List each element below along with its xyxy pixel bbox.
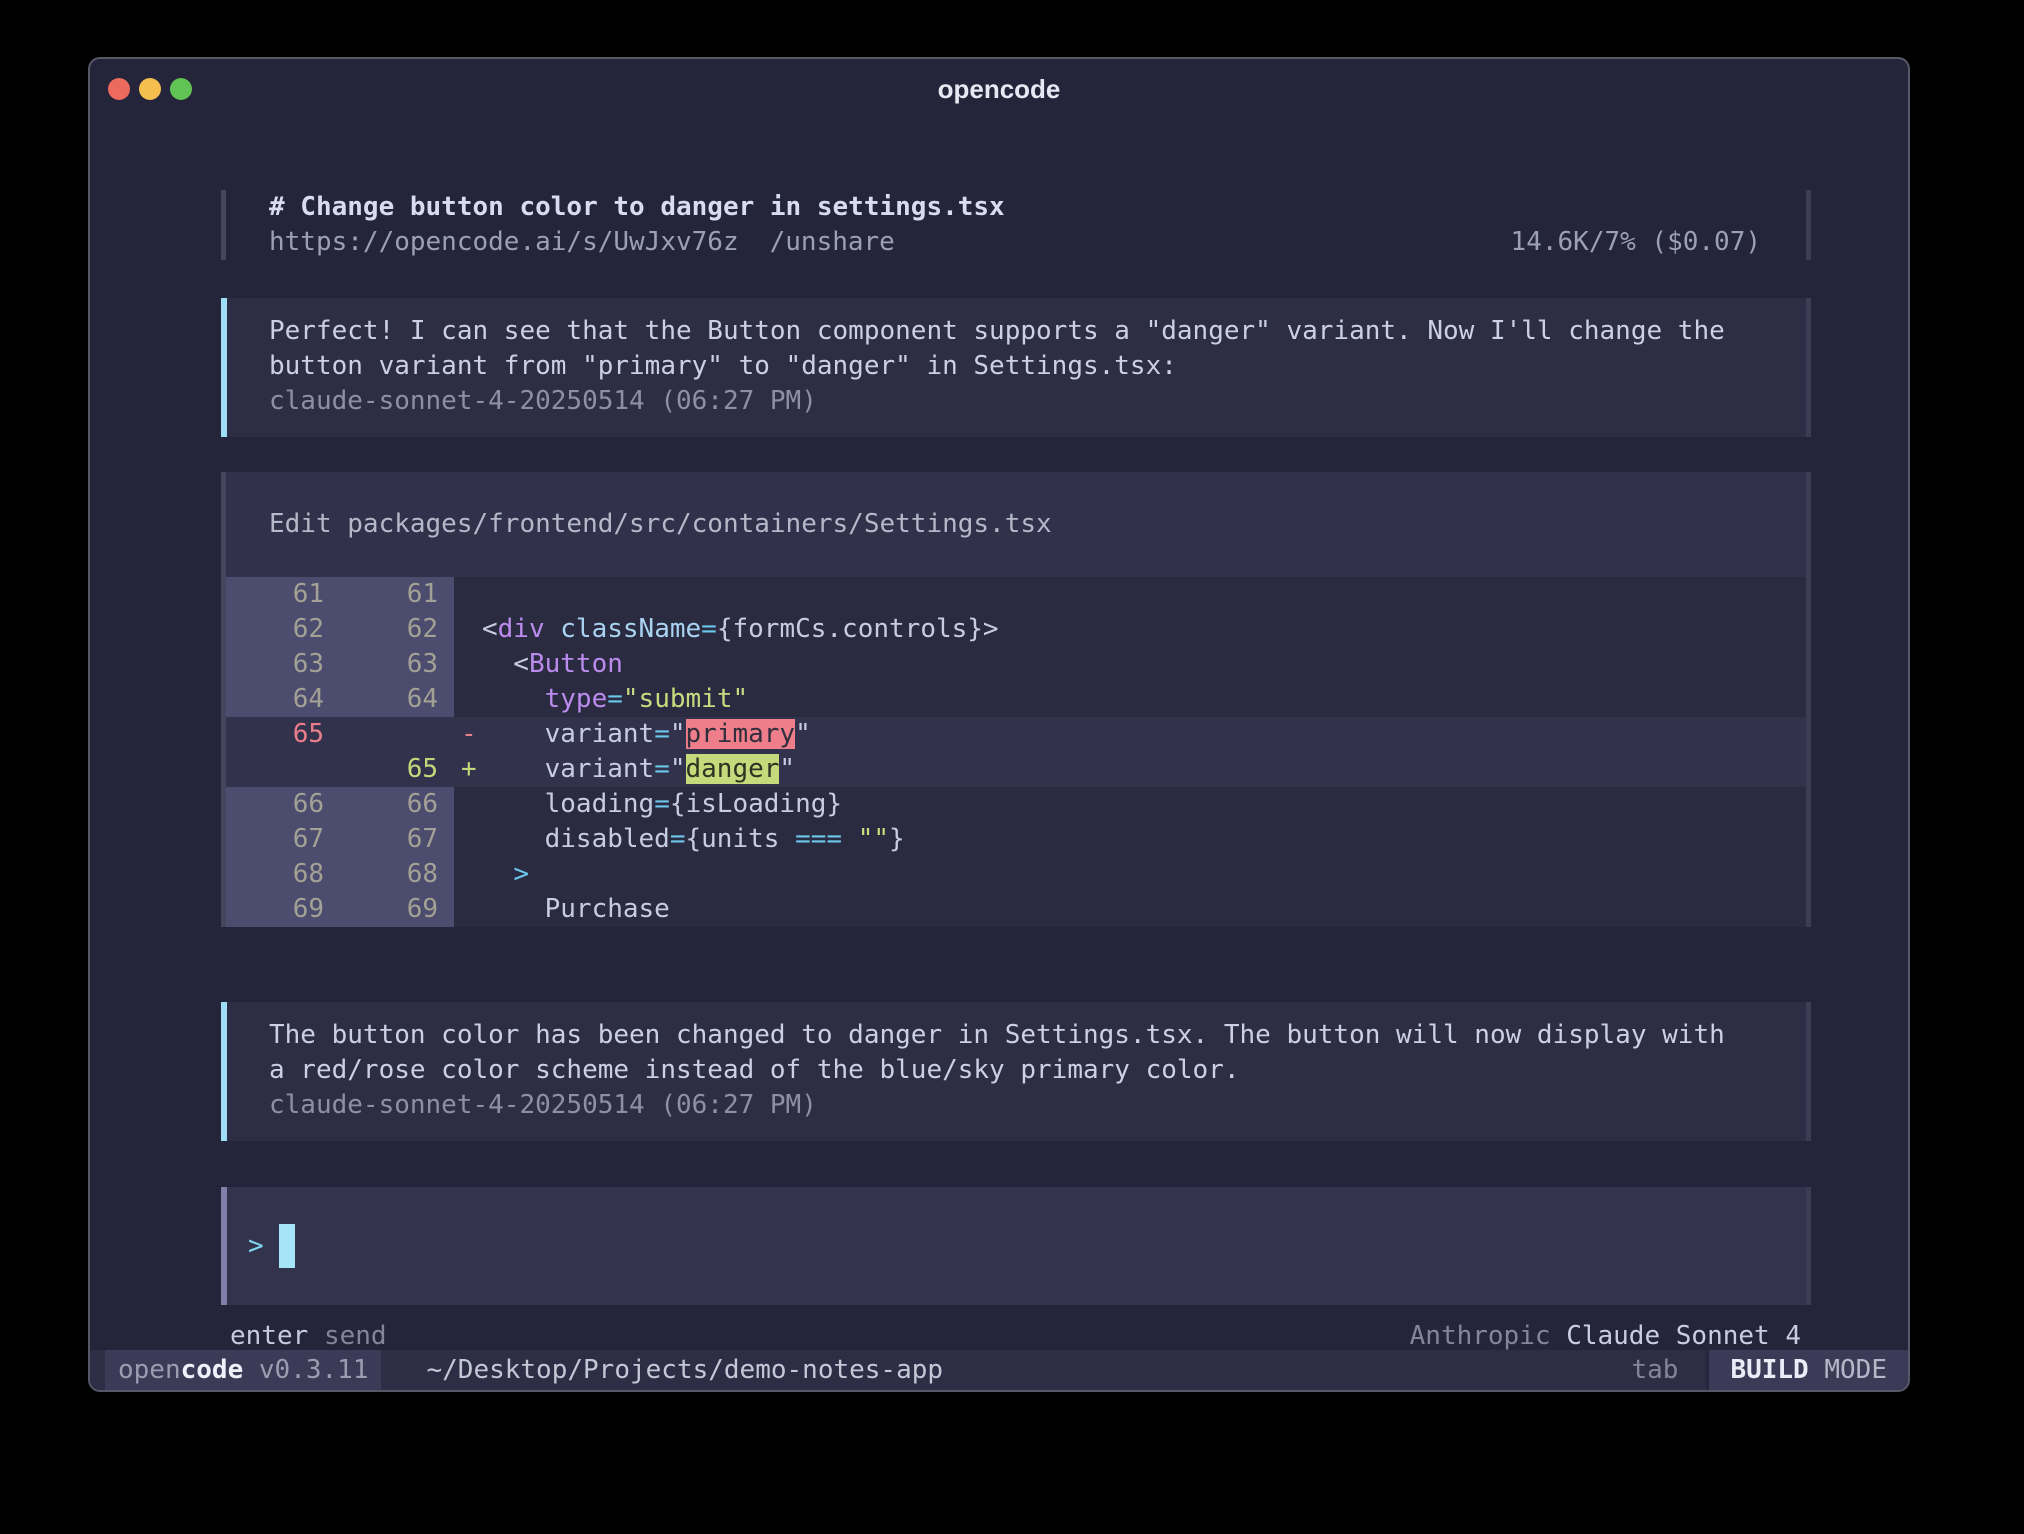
- diff-change-marker: [454, 682, 482, 717]
- mode-name-rest: MODE: [1809, 1355, 1887, 1385]
- edit-right-rail: [1806, 472, 1811, 927]
- working-directory: ~/Desktop/Projects/demo-notes-app: [426, 1350, 943, 1390]
- diff-code-line: disabled={units === ""}: [482, 822, 1806, 857]
- assistant-message: Perfect! I can see that the Button compo…: [221, 298, 1811, 437]
- diff-rows: 61616262 <div className={formCs.controls}…: [226, 577, 1806, 927]
- mode-name-bold: BUILD: [1730, 1355, 1808, 1385]
- message-model-timestamp: claude-sonnet-4-20250514 (06:27 PM): [269, 1088, 1761, 1123]
- status-bar: opencode v0.3.11 ~/Desktop/Projects/demo…: [90, 1350, 1908, 1390]
- text-cursor: [279, 1224, 295, 1268]
- hint-bar: enter send Anthropic Claude Sonnet 4: [221, 1319, 1811, 1354]
- diff-code-line: Purchase: [482, 892, 1806, 927]
- app-name-bold: code: [181, 1355, 244, 1385]
- diff-code-line: variant="danger": [482, 752, 1806, 787]
- edit-tool-card: Edit packages/frontend/src/containers/Se…: [221, 472, 1811, 927]
- message-text-line: The button color has been changed to dan…: [269, 1018, 1761, 1053]
- share-url[interactable]: https://opencode.ai/s/UwJxv76z: [269, 225, 739, 260]
- diff-change-marker: +: [454, 752, 482, 787]
- app-name-regular: open: [118, 1355, 181, 1385]
- assistant-message: The button color has been changed to dan…: [221, 1002, 1811, 1141]
- diff-change-marker: [454, 787, 482, 822]
- message-text-line: button variant from "primary" to "danger…: [269, 349, 1761, 384]
- prompt-symbol: >: [248, 1231, 264, 1261]
- diff-code-line: variant="primary": [482, 717, 1806, 752]
- send-action-hint: send: [324, 1321, 387, 1351]
- message-model-timestamp: claude-sonnet-4-20250514 (06:27 PM): [269, 384, 1761, 419]
- session-view: # Change button color to danger in setti…: [221, 190, 1811, 1354]
- header-right-rail: [1806, 190, 1811, 260]
- diff-gutter: 65: [226, 752, 454, 787]
- diff-gutter: 6363: [226, 647, 454, 682]
- diff-gutter: 65: [226, 717, 454, 752]
- edit-file-path: Edit packages/frontend/src/containers/Se…: [226, 472, 1806, 577]
- diff-change-marker: [454, 612, 482, 647]
- unshare-command-hint: /unshare: [770, 225, 895, 260]
- provider-name: Anthropic: [1410, 1321, 1551, 1351]
- diff-code-line: [482, 577, 1806, 612]
- diff-change-marker: [454, 857, 482, 892]
- diff-code-line: loading={isLoading}: [482, 787, 1806, 822]
- model-name: Claude Sonnet 4: [1566, 1321, 1801, 1351]
- diff-change-marker: [454, 577, 482, 612]
- diff-code-line: <div className={formCs.controls}>: [482, 612, 1806, 647]
- diff-change-marker: [454, 822, 482, 857]
- diff-code-line: type="submit": [482, 682, 1806, 717]
- diff-row: 6969 Purchase: [226, 892, 1806, 927]
- diff-row: 6767 disabled={units === ""}: [226, 822, 1806, 857]
- diff-gutter: 6868: [226, 857, 454, 892]
- app-version: v0.3.11: [243, 1355, 368, 1385]
- diff-code-line: >: [482, 857, 1806, 892]
- diff-change-marker: -: [454, 717, 482, 752]
- diff-row: 6868 >: [226, 857, 1806, 892]
- diff-row: 6161: [226, 577, 1806, 612]
- session-header: # Change button color to danger in setti…: [221, 190, 1811, 260]
- message-text-line: Perfect! I can see that the Button compo…: [269, 314, 1761, 349]
- diff-gutter: 6767: [226, 822, 454, 857]
- tab-key-hint: tab: [1631, 1350, 1678, 1390]
- diff-row: 65- variant="primary": [226, 717, 1806, 752]
- session-title: # Change button color to danger in setti…: [269, 190, 1005, 225]
- message-text-line: a red/rose color scheme instead of the b…: [269, 1053, 1761, 1088]
- token-cost-stats: 14.6K/7% ($0.07): [1511, 225, 1761, 260]
- minimize-window-button[interactable]: [139, 78, 161, 100]
- message-right-rail: [1806, 298, 1811, 437]
- prompt-input[interactable]: >: [221, 1187, 1811, 1305]
- diff-row: 6363 <Button: [226, 647, 1806, 682]
- enter-key-hint: enter: [230, 1321, 308, 1351]
- diff-row: 6262 <div className={formCs.controls}>: [226, 612, 1806, 647]
- diff-row: 6666 loading={isLoading}: [226, 787, 1806, 822]
- close-window-button[interactable]: [108, 78, 130, 100]
- app-version-badge: opencode v0.3.11: [105, 1350, 381, 1390]
- diff-code-line: <Button: [482, 647, 1806, 682]
- zoom-window-button[interactable]: [170, 78, 192, 100]
- diff-gutter: 6262: [226, 612, 454, 647]
- opencode-terminal-window: opencode # Change button color to danger…: [88, 57, 1910, 1392]
- diff-gutter: 6464: [226, 682, 454, 717]
- diff-gutter: 6969: [226, 892, 454, 927]
- diff-row: 65+ variant="danger": [226, 752, 1806, 787]
- diff-gutter: 6161: [226, 577, 454, 612]
- diff-change-marker: [454, 647, 482, 682]
- mode-badge[interactable]: BUILD MODE: [1706, 1350, 1908, 1390]
- diff-change-marker: [454, 892, 482, 927]
- diff-row: 6464 type="submit": [226, 682, 1806, 717]
- window-title: opencode: [90, 59, 1908, 119]
- input-right-rail: [1806, 1187, 1811, 1305]
- diff-gutter: 6666: [226, 787, 454, 822]
- message-right-rail: [1806, 1002, 1811, 1141]
- titlebar: opencode: [90, 59, 1908, 119]
